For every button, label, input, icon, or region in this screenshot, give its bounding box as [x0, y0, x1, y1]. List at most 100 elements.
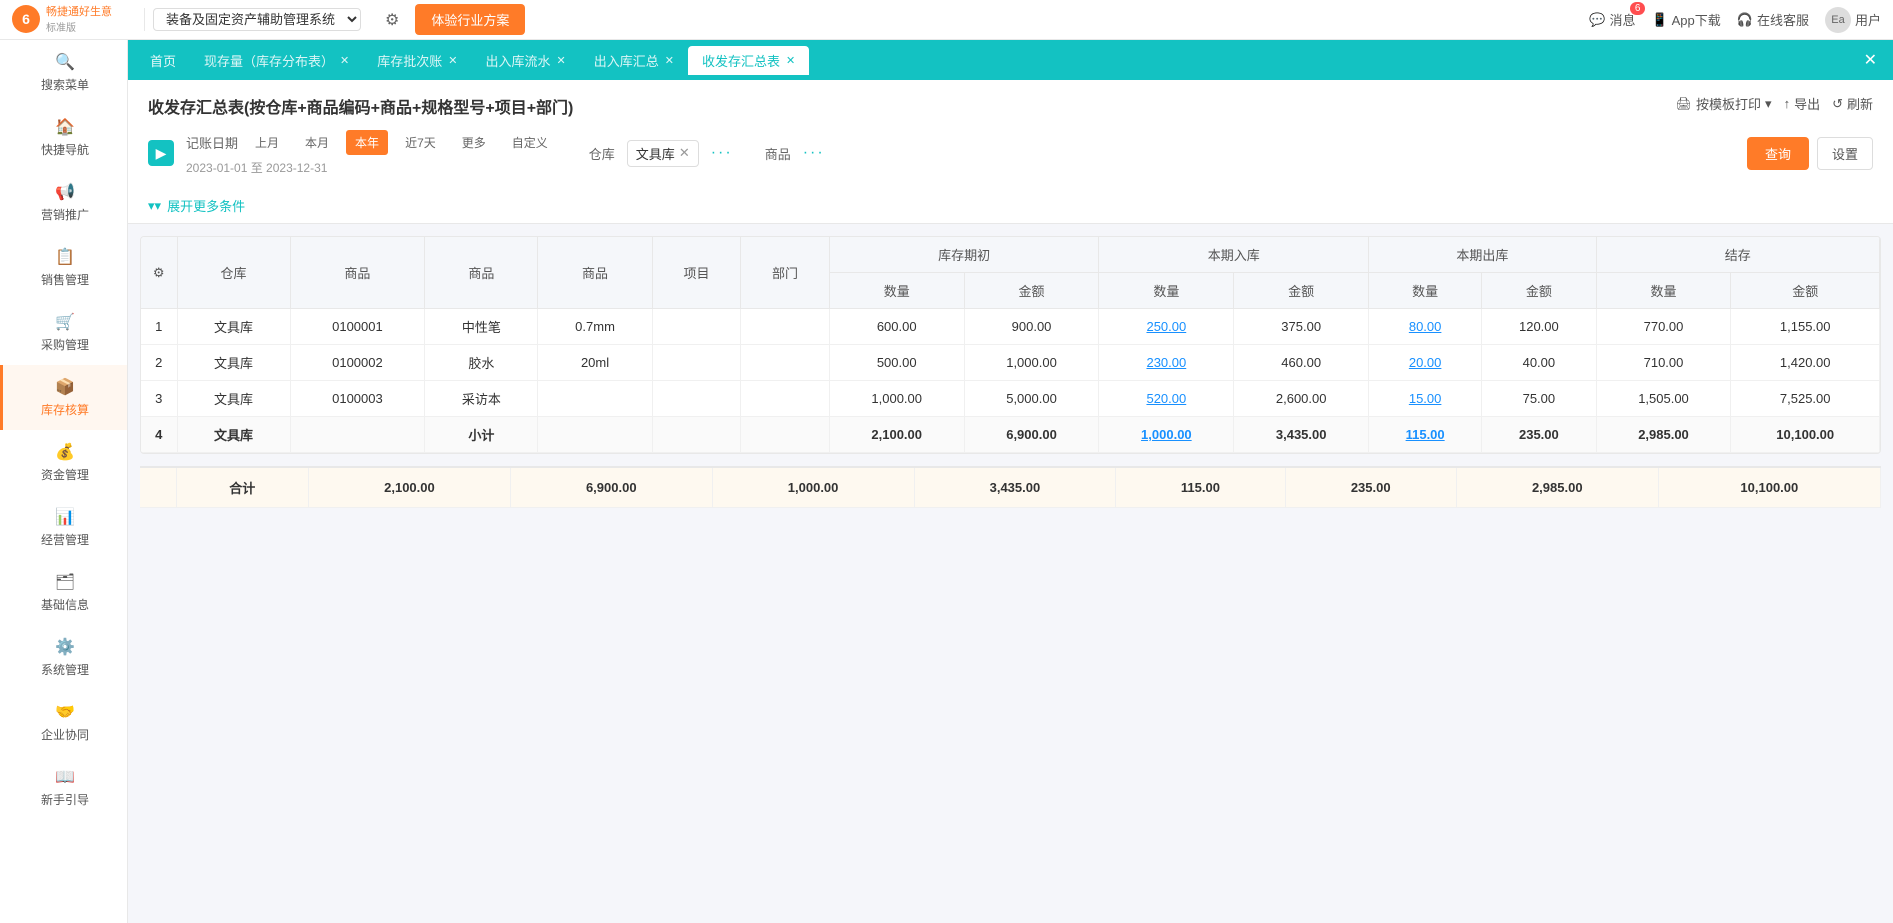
sales-icon: 📋	[55, 247, 75, 267]
table-header-warehouse: 仓库	[177, 237, 290, 309]
table-subheader-open-qty: 数量	[829, 273, 964, 309]
tab-batch[interactable]: 库存批次账 ✕	[363, 46, 471, 75]
goods-more-button[interactable]: ···	[803, 144, 825, 162]
sidebar-item-collab[interactable]: 🤝 企业协同	[0, 690, 127, 755]
tab-inout-flow[interactable]: 出入库流水 ✕	[471, 46, 579, 75]
tab-home[interactable]: 首页	[136, 46, 190, 75]
row2-project	[652, 345, 741, 381]
row1-in-qty[interactable]: 250.00	[1099, 309, 1234, 345]
sidebar-item-purchase[interactable]: 🛒 采购管理	[0, 300, 127, 365]
main-content: 收发存汇总表(按仓库+商品编码+商品+规格型号+项目+部门) 🖨 按模板打印 ▾…	[128, 80, 1893, 923]
marketing-icon: 📢	[55, 182, 75, 202]
row2-in-qty[interactable]: 230.00	[1099, 345, 1234, 381]
row2-in-amt: 460.00	[1234, 345, 1369, 381]
dropdown-icon: ▾	[1765, 96, 1772, 112]
row2-out-qty[interactable]: 20.00	[1369, 345, 1482, 381]
row1-close-amt: 1,155.00	[1731, 309, 1880, 345]
row4-close-qty: 2,985.00	[1596, 417, 1731, 453]
user-button[interactable]: Ea 用户	[1825, 7, 1881, 33]
print-icon: 🖨	[1676, 96, 1693, 112]
row3-open-qty: 1,000.00	[829, 381, 964, 417]
tab-bar: 首页 现存量（库存分布表） ✕ 库存批次账 ✕ 出入库流水 ✕ 出入库汇总 ✕	[128, 40, 1893, 80]
row3-in-qty[interactable]: 520.00	[1099, 381, 1234, 417]
date-btn-this-year[interactable]: 本年	[346, 130, 388, 155]
tab-close-inout-flow[interactable]: ✕	[557, 54, 566, 67]
footer-table: 合计 2,100.00 6,900.00 1,000.00 3,435.00 1…	[140, 468, 1881, 508]
settings-button[interactable]: 设置	[1817, 137, 1873, 170]
gear-icon[interactable]: ⚙	[381, 6, 403, 34]
export-button[interactable]: ↑ 导出	[1784, 94, 1821, 113]
phone-icon: 📱	[1651, 12, 1667, 28]
row3-out-amt: 75.00	[1482, 381, 1596, 417]
table-header-settings[interactable]: ⚙	[141, 237, 177, 309]
row3-name: 采访本	[425, 381, 538, 417]
row2-spec: 20ml	[538, 345, 652, 381]
sidebar-item-basic[interactable]: 🗂 基础信息	[0, 560, 127, 625]
expand-more-button[interactable]: ▾▾ 展开更多条件	[148, 188, 1873, 223]
warehouse-tag-close[interactable]: ✕	[679, 145, 690, 161]
date-btn-this-month[interactable]: 本月	[296, 130, 338, 155]
refresh-button[interactable]: ↺ 刷新	[1832, 94, 1873, 113]
footer-label: 合计	[176, 468, 309, 508]
sidebar-item-inventory[interactable]: 📦 库存核算	[0, 365, 127, 430]
warehouse-more-button[interactable]: ···	[711, 144, 733, 162]
row4-open-qty: 2,100.00	[829, 417, 964, 453]
row2-close-qty: 710.00	[1596, 345, 1731, 381]
row2-name: 胶水	[425, 345, 538, 381]
date-btn-more[interactable]: 更多	[453, 130, 495, 155]
table-header-name: 商品	[425, 237, 538, 309]
sidebar-item-system[interactable]: ⚙️ 系统管理	[0, 625, 127, 690]
row4-no: 4	[141, 417, 177, 453]
app-download-button[interactable]: 📱 App下载	[1651, 10, 1720, 29]
top-right-area: 💬 消息 6 📱 App下载 🎧 在线客服 Ea 用户	[1589, 7, 1881, 33]
avatar: Ea	[1825, 7, 1851, 33]
date-btn-7days[interactable]: 近7天	[396, 130, 445, 155]
logo-icon: 6	[12, 5, 40, 33]
row1-open-qty: 600.00	[829, 309, 964, 345]
date-btn-custom[interactable]: 自定义	[503, 130, 557, 155]
sidebar-item-finance[interactable]: 💰 资金管理	[0, 430, 127, 495]
table-subheader-in-qty: 数量	[1099, 273, 1234, 309]
filter-expand-button[interactable]: ▶	[148, 140, 174, 166]
date-btn-last-month[interactable]: 上月	[246, 130, 288, 155]
collab-icon: 🤝	[55, 702, 75, 722]
top-bar: 6 畅捷通好生意 标准版 装备及固定资产辅助管理系统 ⚙ 体验行业方案 💬 消息…	[0, 0, 1893, 40]
system-selector[interactable]: 装备及固定资产辅助管理系统	[153, 8, 361, 31]
row4-spec	[538, 417, 652, 453]
logo-area: 6 畅捷通好生意 标准版	[12, 5, 132, 34]
sidebar-item-quicknav[interactable]: 🏠 快捷导航	[0, 105, 127, 170]
sidebar-item-sales[interactable]: 📋 销售管理	[0, 235, 127, 300]
row3-out-qty[interactable]: 15.00	[1369, 381, 1482, 417]
home-icon: 🏠	[55, 117, 75, 137]
tab-close-recv-send[interactable]: ✕	[786, 54, 795, 67]
tab-bar-close-button[interactable]: ✕	[1856, 50, 1885, 70]
search-icon: 🔍	[55, 52, 75, 72]
tab-close-inout-summary[interactable]: ✕	[665, 54, 674, 67]
row4-in-qty[interactable]: 1,000.00	[1099, 417, 1234, 453]
sidebar-item-guide[interactable]: 📖 新手引导	[0, 755, 127, 820]
tab-inout-summary[interactable]: 出入库汇总 ✕	[580, 46, 688, 75]
print-button[interactable]: 🖨 按模板打印 ▾	[1676, 94, 1772, 113]
try-industry-button[interactable]: 体验行业方案	[415, 4, 525, 35]
row1-out-qty[interactable]: 80.00	[1369, 309, 1482, 345]
tab-stock-dist[interactable]: 现存量（库存分布表） ✕	[190, 46, 363, 75]
row1-project	[652, 309, 741, 345]
sidebar-item-search[interactable]: 🔍 搜索菜单	[0, 40, 127, 105]
query-button[interactable]: 查询	[1747, 137, 1809, 170]
footer-open-amt: 6,900.00	[510, 468, 712, 508]
row2-out-amt: 40.00	[1482, 345, 1596, 381]
system-name: 装备及固定资产辅助管理系统	[144, 8, 369, 31]
sidebar-item-operations[interactable]: 📊 经营管理	[0, 495, 127, 560]
row1-dept	[741, 309, 830, 345]
row2-dept	[741, 345, 830, 381]
tab-close-batch[interactable]: ✕	[448, 54, 457, 67]
tab-close-stock-dist[interactable]: ✕	[340, 54, 349, 67]
tab-recv-send[interactable]: 收发存汇总表 ✕	[688, 46, 809, 75]
online-service-button[interactable]: 🎧 在线客服	[1737, 10, 1809, 29]
row3-open-amt: 5,000.00	[964, 381, 1099, 417]
row4-out-qty[interactable]: 115.00	[1369, 417, 1482, 453]
footer-close-qty: 2,985.00	[1456, 468, 1658, 508]
sidebar-item-marketing[interactable]: 📢 营销推广	[0, 170, 127, 235]
row1-code: 0100001	[290, 309, 425, 345]
message-button[interactable]: 💬 消息 6	[1589, 10, 1635, 29]
